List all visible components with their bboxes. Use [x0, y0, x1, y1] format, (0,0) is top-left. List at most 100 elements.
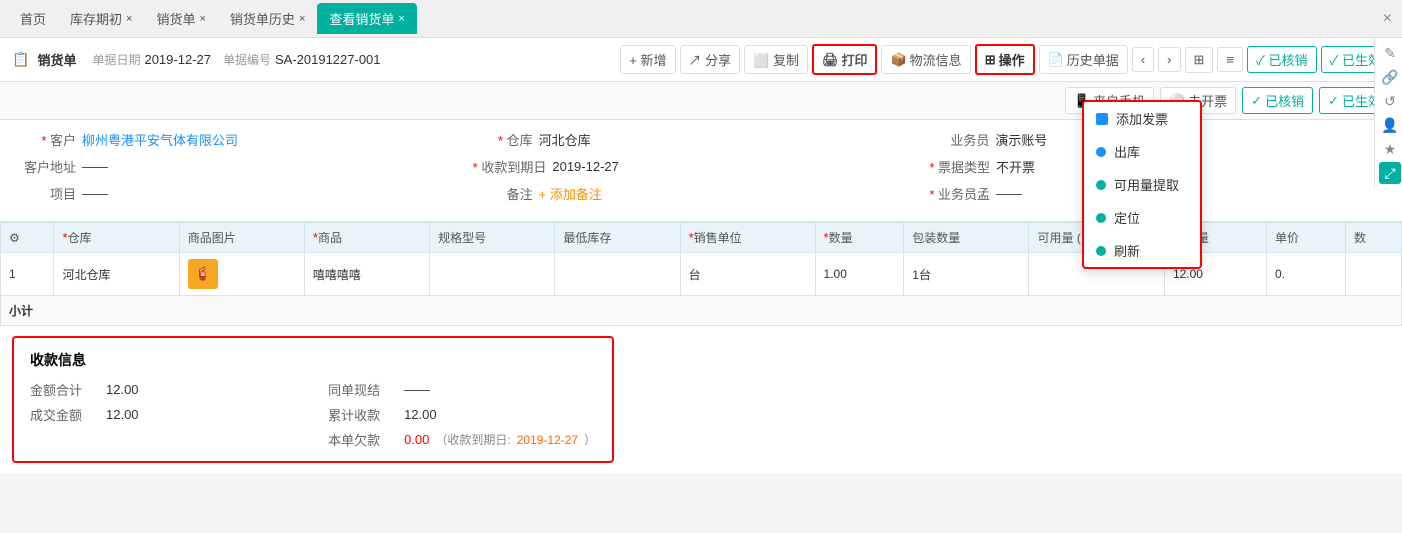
add-remark-btn[interactable]: + 添加备注 [539, 184, 602, 203]
history-button[interactable]: 📄 历史单据 [1039, 45, 1128, 74]
add-invoice-item[interactable]: 添加发票 [1084, 102, 1200, 135]
refresh-item[interactable]: 刷新 [1084, 234, 1200, 267]
operation-icon: ⊞ [985, 52, 996, 68]
tab-sales-history[interactable]: 销货单历史 × [218, 3, 317, 34]
doc-number-value: SA-20191227-001 [275, 52, 381, 67]
print-button[interactable]: 🖨 打印 [812, 44, 878, 75]
tab-sales-close[interactable]: × [199, 13, 205, 25]
verified-btn2[interactable]: ✓ 已核销 [1242, 87, 1313, 114]
address-value: —— [82, 159, 108, 174]
operation-button[interactable]: ⊞ 操作 [975, 44, 1035, 75]
employee-label: 业务员 [929, 130, 989, 149]
verified-badge[interactable]: ✓ 已核销 [1247, 46, 1317, 73]
outbound-item[interactable]: 出库 [1084, 135, 1200, 168]
debt-value: 0.00 [404, 432, 429, 447]
customer-label: 客户 [16, 130, 76, 149]
add-remark-label: + 添加备注 [539, 187, 602, 202]
available-qty-item[interactable]: 可用量提取 [1084, 168, 1200, 201]
debt-due-date: （收款到期日: [435, 431, 510, 448]
same-order-settlement-row: 同单现结 —— [328, 380, 596, 399]
available-qty-label: 可用量提取 [1114, 175, 1179, 194]
debt-due-date-value: 2019-12-27 [517, 433, 578, 447]
share-button[interactable]: ↗ 分享 [680, 45, 741, 74]
col-unit: *销售单位 [680, 223, 815, 253]
col-settings[interactable]: ⚙ [1, 223, 54, 253]
locate-item[interactable]: 定位 [1084, 201, 1200, 234]
total-label: 金额合计 [30, 380, 100, 399]
col-amount: 数 [1346, 223, 1402, 253]
refresh-sidebar-icon[interactable]: ↺ [1379, 90, 1401, 112]
doc-icon: 📋 [12, 51, 29, 68]
operation-dropdown: 添加发票 出库 可用量提取 定位 刷新 [1082, 100, 1202, 269]
doc-date-value: 2019-12-27 [144, 52, 211, 67]
view-list-button[interactable]: ≡ [1217, 47, 1243, 72]
deal-amount-label: 成交金额 [30, 405, 100, 424]
product-image: 🧯 [188, 259, 218, 289]
row-unit: 台 [680, 253, 815, 296]
cumulative-value: 12.00 [404, 407, 437, 422]
tab-home[interactable]: 首页 [8, 3, 58, 34]
col-product: *商品 [304, 223, 429, 253]
new-label: + 新增 [629, 50, 666, 69]
tab-home-label: 首页 [20, 9, 46, 28]
row-warehouse: 河北仓库 [54, 253, 179, 296]
nav-next-button[interactable]: › [1158, 47, 1180, 72]
toolbar-actions: + 新增 ↗ 分享 ⬜ 复制 🖨 打印 📦 物流信息 ⊞ 操作 📄 历史单据 ‹… [620, 44, 1390, 75]
due-date-field: 收款到期日 2019-12-27 [473, 157, 930, 176]
deal-amount-row: 成交金额 12.00 [30, 405, 298, 424]
col-product-img: 商品图片 [179, 223, 304, 253]
copy-button[interactable]: ⬜ 复制 [744, 45, 808, 74]
logistics-button[interactable]: 📦 物流信息 [881, 45, 970, 74]
operation-label: 操作 [999, 50, 1025, 69]
row-min-stock [555, 253, 680, 296]
verified-label2: 已核销 [1265, 91, 1304, 110]
expand-sidebar-icon[interactable]: ⤢ [1379, 162, 1401, 184]
available-qty-icon [1096, 180, 1106, 190]
address-label: 客户地址 [16, 157, 76, 176]
customer-value[interactable]: 柳州粤港平安气体有限公司 [82, 130, 238, 149]
logistics-label: 物流信息 [910, 50, 962, 69]
tab-inventory-label: 库存期初 [70, 9, 122, 28]
edit-sidebar-icon[interactable]: ✎ [1379, 42, 1401, 64]
project-label: 项目 [16, 184, 76, 203]
view-grid-button[interactable]: ⊞ [1185, 47, 1214, 73]
col-min-stock: 最低库存 [555, 223, 680, 253]
star-sidebar-icon[interactable]: ★ [1379, 138, 1401, 160]
tab-inventory-close[interactable]: × [126, 13, 132, 25]
debt-paren-close: ） [584, 431, 596, 448]
outbound-label: 出库 [1114, 142, 1140, 161]
tab-history-label: 销货单历史 [230, 9, 295, 28]
share-label: ↗ 分享 [689, 50, 732, 69]
row-num: 1 [1, 253, 54, 296]
outbound-icon [1096, 147, 1106, 157]
link-sidebar-icon[interactable]: 🔗 [1379, 66, 1401, 88]
project-value: —— [82, 186, 108, 201]
tab-check-sales[interactable]: 查看销货单 × [317, 3, 416, 34]
history-label: 历史单据 [1067, 50, 1119, 69]
tab-sales-order[interactable]: 销货单 × [144, 3, 217, 34]
remark-field: 备注 + 添加备注 [473, 184, 930, 203]
doc-number-label: 单据编号 [223, 51, 271, 68]
col-unit-price: 单价 [1267, 223, 1346, 253]
settlement-value: —— [404, 382, 430, 397]
main-toolbar: 📋 销货单 单据日期 2019-12-27 单据编号 SA-20191227-0… [0, 38, 1402, 82]
person-sidebar-icon[interactable]: 👤 [1379, 114, 1401, 136]
payment-total-row: 金额合计 12.00 [30, 380, 298, 399]
row-amount [1346, 253, 1402, 296]
locate-label: 定位 [1114, 208, 1140, 227]
logistics-icon: 📦 [890, 52, 906, 68]
nav-prev-button[interactable]: ‹ [1132, 47, 1154, 72]
add-invoice-icon [1096, 113, 1108, 125]
subtotal-row: 小计 [1, 296, 1402, 326]
doc-meta: 单据日期 2019-12-27 单据编号 SA-20191227-001 [92, 51, 380, 68]
tab-check-close[interactable]: × [398, 13, 404, 25]
row-product: 嘻嘻嘻嘻 [304, 253, 429, 296]
window-close-button[interactable]: × [1383, 10, 1392, 28]
add-invoice-label: 添加发票 [1116, 109, 1168, 128]
settlement-label: 同单现结 [328, 380, 398, 399]
new-button[interactable]: + 新增 [620, 45, 675, 74]
doc-title: 销货单 [37, 50, 76, 69]
row-spec [430, 253, 555, 296]
tab-history-close[interactable]: × [299, 13, 305, 25]
tab-inventory-init[interactable]: 库存期初 × [58, 3, 144, 34]
